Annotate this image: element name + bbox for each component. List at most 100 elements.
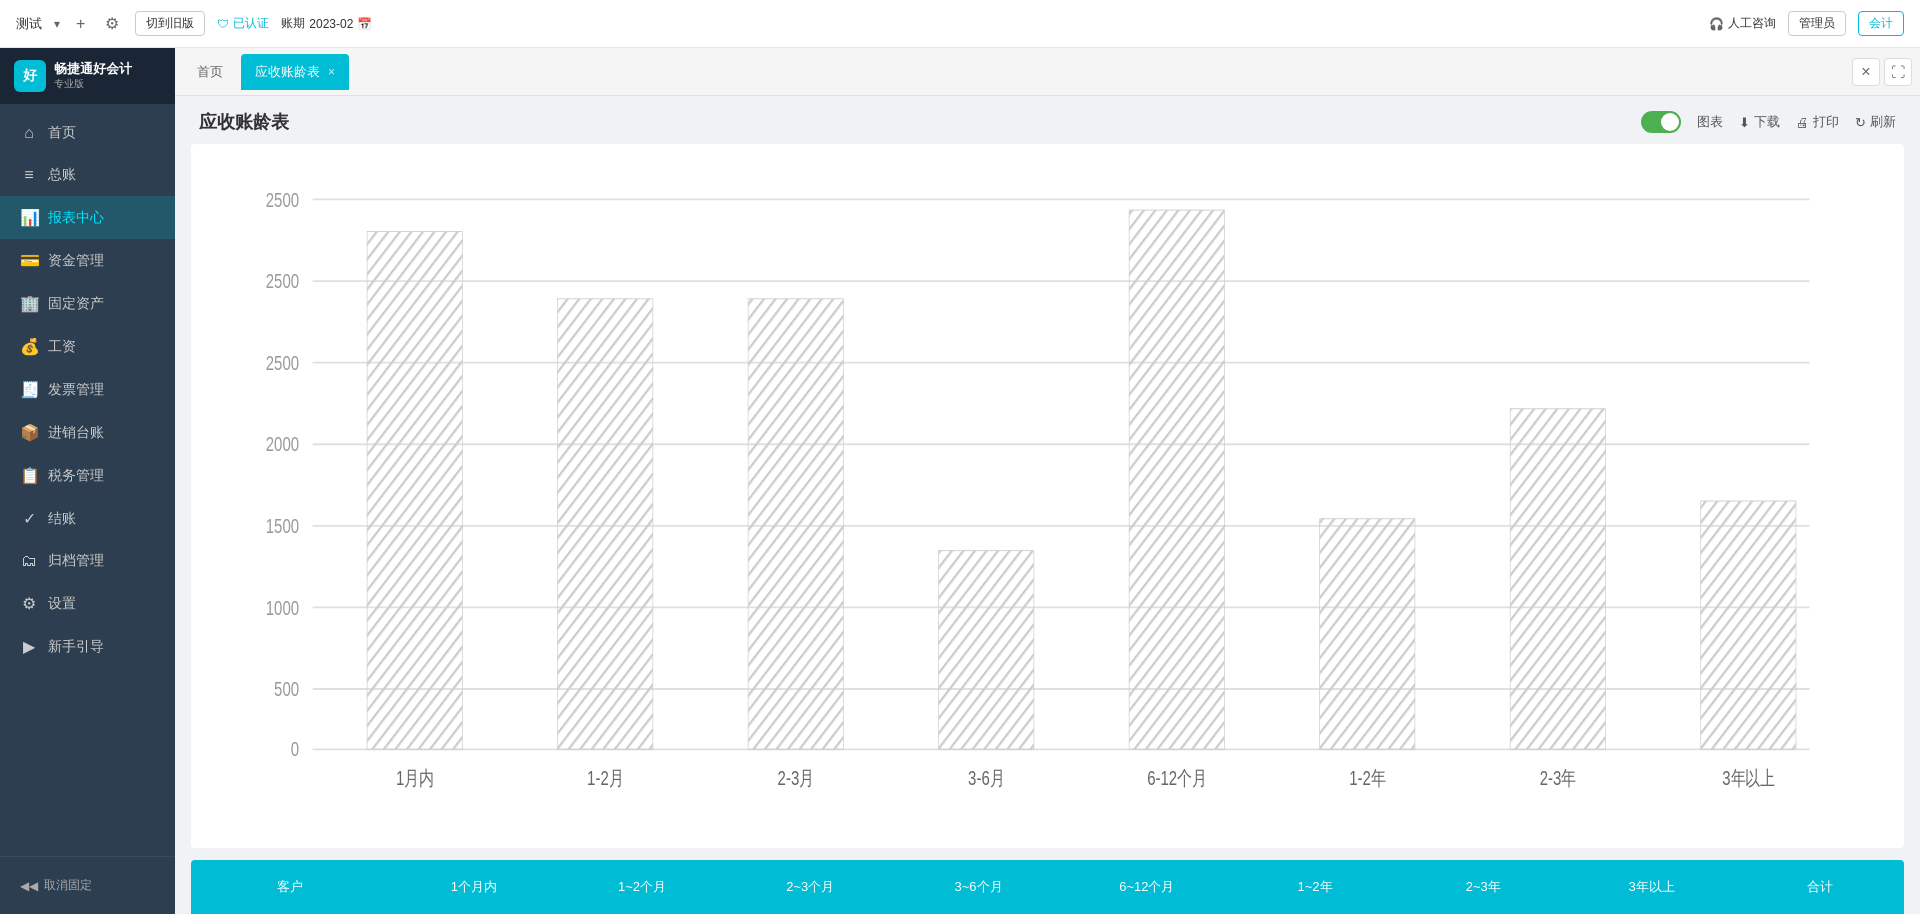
logo-text: 畅捷通好会计 — [54, 61, 132, 77]
svg-text:2-3月: 2-3月 — [778, 767, 814, 789]
svg-rect-23 — [939, 551, 1034, 750]
chart-svg: 2500 2500 2500 2000 1500 1000 500 0 — [231, 164, 1864, 838]
chart-inner: 2500 2500 2500 2000 1500 1000 500 0 — [191, 144, 1904, 848]
svg-text:1-2月: 1-2月 — [587, 767, 623, 789]
guide-icon: ▶ — [20, 637, 38, 656]
col-3-6m: 3~6个月 — [894, 860, 1062, 914]
sidebar-item-label: 进销台账 — [48, 424, 104, 442]
headset-icon: 🎧 — [1709, 17, 1724, 31]
main-layout: 好 畅捷通好会计 专业版 ⌂ 首页 ≡ 总账 📊 报表中心 💳 资金管理 — [0, 48, 1920, 914]
pin-icon: ◀◀ — [20, 879, 38, 893]
tax-icon: 📋 — [20, 466, 38, 485]
period-info: 账期 2023-02 📅 — [281, 15, 372, 32]
unpin-button[interactable]: ◀◀ 取消固定 — [0, 867, 175, 904]
close-tab-button[interactable]: × — [1852, 58, 1880, 86]
company-name: 测试 — [16, 15, 42, 33]
sidebar-item-invoice[interactable]: 🧾 发票管理 — [0, 368, 175, 411]
chart-container: 2500 2500 2500 2000 1500 1000 500 0 — [191, 144, 1904, 848]
tab-ar-aging[interactable]: 应收账龄表 × — [241, 54, 349, 90]
sidebar-item-archive[interactable]: 🗂 归档管理 — [0, 540, 175, 582]
col-2-3y: 2~3年 — [1399, 860, 1567, 914]
sidebar-item-label: 资金管理 — [48, 252, 104, 270]
sidebar-item-tax[interactable]: 📋 税务管理 — [0, 454, 175, 497]
add-icon[interactable]: + — [72, 11, 89, 37]
svg-rect-29 — [1510, 409, 1605, 750]
download-button[interactable]: ⬇ 下载 — [1739, 113, 1780, 131]
logo-sub: 专业版 — [54, 77, 132, 91]
company-dropdown-icon[interactable]: ▾ — [54, 17, 60, 31]
col-1-2y: 1~2年 — [1231, 860, 1399, 914]
tab-home-label: 首页 — [197, 63, 223, 81]
funds-icon: 💳 — [20, 251, 38, 270]
content-area: 首页 应收账龄表 × × ⛶ 应收账龄表 图表 ⬇ 下载 — [175, 48, 1920, 914]
sidebar-scroll: ⌂ 首页 ≡ 总账 📊 报表中心 💳 资金管理 🏢 固定资产 💰 工资 — [0, 104, 175, 856]
sidebar-logo: 好 畅捷通好会计 专业版 — [0, 48, 175, 104]
sidebar-item-label: 首页 — [48, 124, 76, 142]
svg-text:6-12个月: 6-12个月 — [1147, 767, 1206, 789]
settings-icon[interactable]: ⚙ — [101, 10, 123, 37]
sidebar-item-home[interactable]: ⌂ 首页 — [0, 112, 175, 154]
sidebar-item-label: 税务管理 — [48, 467, 104, 485]
chart-toggle-label: 图表 — [1697, 113, 1723, 131]
svg-rect-17 — [367, 231, 462, 749]
svg-text:1月内: 1月内 — [396, 767, 434, 789]
sidebar-item-label: 固定资产 — [48, 295, 104, 313]
sidebar-item-label: 总账 — [48, 166, 76, 184]
print-button[interactable]: 🖨 打印 — [1796, 113, 1839, 131]
col-1m: 1个月内 — [390, 860, 558, 914]
svg-text:500: 500 — [274, 678, 299, 700]
tab-close-icon[interactable]: × — [328, 65, 335, 79]
sidebar-item-label: 报表中心 — [48, 209, 104, 227]
table-header: 客户 1个月内 1~2个月 2~3个月 3~6个月 6~12个月 1~2年 2~… — [191, 860, 1904, 914]
home-icon: ⌂ — [20, 124, 38, 142]
sidebar-item-label: 新手引导 — [48, 638, 104, 656]
download-icon: ⬇ — [1739, 115, 1750, 130]
role-button[interactable]: 会计 — [1858, 11, 1904, 36]
svg-rect-19 — [558, 299, 653, 750]
sidebar-item-ledger[interactable]: ≡ 总账 — [0, 154, 175, 196]
svg-text:0: 0 — [291, 738, 299, 760]
col-2-3m: 2~3个月 — [726, 860, 894, 914]
switch-version-button[interactable]: 切到旧版 — [135, 11, 205, 36]
refresh-icon: ↻ — [1855, 115, 1866, 130]
svg-rect-27 — [1320, 519, 1415, 750]
sidebar-item-reports[interactable]: 📊 报表中心 — [0, 196, 175, 239]
sidebar-item-assets[interactable]: 🏢 固定资产 — [0, 282, 175, 325]
page-content: 应收账龄表 图表 ⬇ 下载 🖨 打印 ↻ 刷新 — [175, 96, 1920, 914]
tab-home[interactable]: 首页 — [183, 54, 237, 90]
chart-toggle[interactable] — [1641, 111, 1681, 133]
svg-text:1-2年: 1-2年 — [1349, 767, 1385, 789]
svg-text:3年以上: 3年以上 — [1722, 767, 1774, 789]
sidebar-item-label: 工资 — [48, 338, 76, 356]
col-6-12m: 6~12个月 — [1063, 860, 1231, 914]
stock-icon: 📦 — [20, 423, 38, 442]
sidebar-item-label: 发票管理 — [48, 381, 104, 399]
svg-text:2000: 2000 — [266, 433, 299, 455]
col-3y-plus: 3年以上 — [1567, 860, 1735, 914]
archive-icon: 🗂 — [20, 552, 38, 570]
svg-text:3-6月: 3-6月 — [968, 767, 1004, 789]
sidebar-item-salary[interactable]: 💰 工资 — [0, 325, 175, 368]
sidebar: 好 畅捷通好会计 专业版 ⌂ 首页 ≡ 总账 📊 报表中心 💳 资金管理 — [0, 48, 175, 914]
settle-icon: ✓ — [20, 509, 38, 528]
period-value: 2023-02 — [309, 17, 353, 31]
sidebar-item-settings[interactable]: ⚙ 设置 — [0, 582, 175, 625]
sidebar-item-guide[interactable]: ▶ 新手引导 — [0, 625, 175, 668]
salary-icon: 💰 — [20, 337, 38, 356]
svg-rect-31 — [1701, 501, 1796, 749]
sidebar-item-settle[interactable]: ✓ 结账 — [0, 497, 175, 540]
assets-icon: 🏢 — [20, 294, 38, 313]
sidebar-item-stock[interactable]: 📦 进销台账 — [0, 411, 175, 454]
reports-icon: 📊 — [20, 208, 38, 227]
sidebar-item-funds[interactable]: 💳 资金管理 — [0, 239, 175, 282]
consult-button[interactable]: 🎧 人工咨询 — [1709, 15, 1776, 32]
shield-icon: 🛡 — [217, 17, 229, 31]
user-button[interactable]: 管理员 — [1788, 11, 1846, 36]
logo-icon: 好 — [14, 60, 46, 92]
refresh-button[interactable]: ↻ 刷新 — [1855, 113, 1896, 131]
sidebar-bottom: ◀◀ 取消固定 — [0, 856, 175, 914]
expand-button[interactable]: ⛶ — [1884, 58, 1912, 86]
calendar-icon[interactable]: 📅 — [357, 17, 372, 31]
print-icon: 🖨 — [1796, 115, 1809, 130]
svg-text:1000: 1000 — [266, 597, 299, 619]
